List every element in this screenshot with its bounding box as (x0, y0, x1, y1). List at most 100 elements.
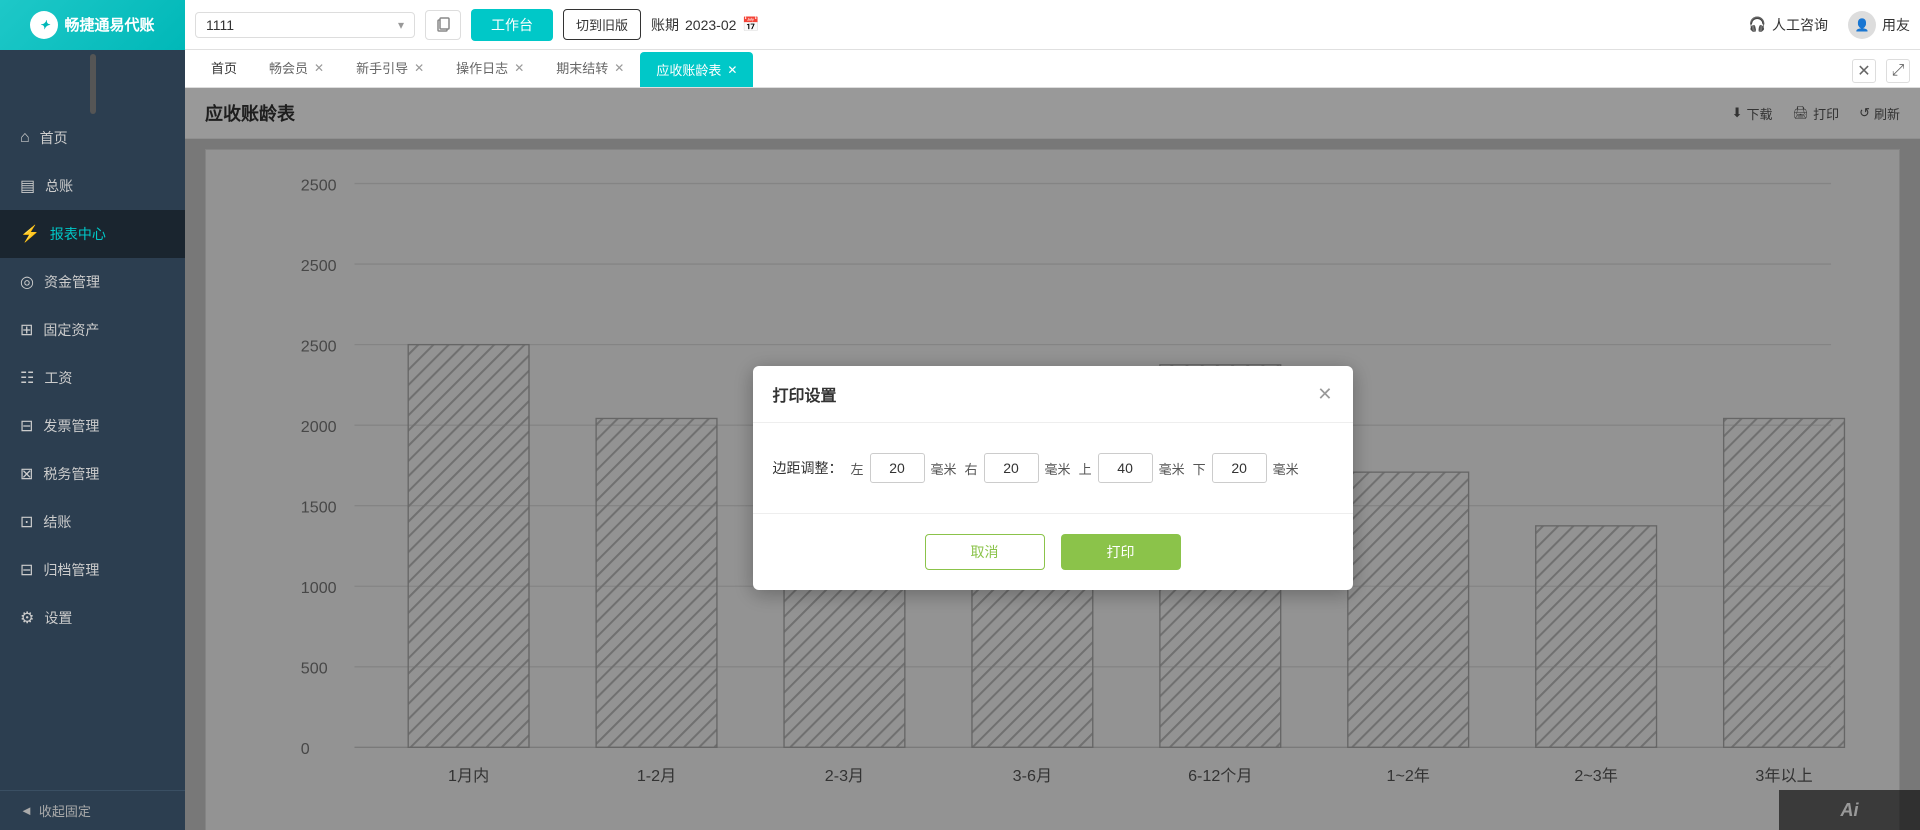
margin-form-row: 边距调整： 左 毫米 右 毫米 (773, 453, 1333, 483)
right-unit: 毫米 (1045, 459, 1071, 478)
tab-yearend-label: 期末结转 (556, 58, 608, 77)
tab-expand-button[interactable]: ⤢ (1886, 59, 1910, 83)
tab-guide-close[interactable]: ✕ (414, 61, 424, 75)
modal-title: 打印设置 (773, 382, 837, 406)
margin-right-group: 右 毫米 (965, 453, 1071, 483)
copy-button[interactable] (425, 10, 461, 40)
margin-bottom-group: 下 毫米 (1193, 453, 1299, 483)
bottom-unit: 毫米 (1273, 459, 1299, 478)
tab-vip-close[interactable]: ✕ (314, 61, 324, 75)
margin-left-group: 左 毫米 (851, 453, 957, 483)
sidebar-label-salary: 工资 (44, 368, 72, 388)
sidebar-label-settings: 设置 (44, 608, 72, 628)
sidebar-item-settings[interactable]: ⚙ 设置 (0, 594, 185, 642)
sidebar-label-reports: 报表中心 (50, 224, 106, 244)
company-name: 1111 (206, 17, 392, 33)
tabs-bar: 首页 畅会员 ✕ 新手引导 ✕ 操作日志 ✕ 期末结转 ✕ 应收账龄表 ✕ (185, 50, 1920, 88)
switch-old-button[interactable]: 切到旧版 (563, 9, 641, 40)
tab-aging-label: 应收账龄表 (656, 60, 721, 79)
consult-label: 人工咨询 (1772, 15, 1828, 35)
bottom-label: 下 (1193, 459, 1206, 478)
right-label: 右 (965, 459, 978, 478)
margin-label: 边距调整： (773, 458, 843, 478)
top-unit: 毫米 (1159, 459, 1185, 478)
bottom-input[interactable] (1212, 453, 1267, 483)
user-area[interactable]: 👤 用友 (1848, 11, 1910, 39)
modal-header: 打印设置 ✕ (753, 366, 1353, 423)
company-selector[interactable]: 1111 ▾ (195, 12, 415, 38)
tab-guide-label: 新手引导 (356, 58, 408, 77)
top-label: 上 (1079, 459, 1092, 478)
sidebar-item-invoice[interactable]: ⊟ 发票管理 (0, 402, 185, 450)
top-input[interactable] (1098, 453, 1153, 483)
header-right: 🎧 人工咨询 👤 用友 (1749, 11, 1910, 39)
funds-icon: ◎ (20, 272, 34, 292)
home-icon: ⌂ (20, 129, 30, 147)
sidebar-label-invoice: 发票管理 (43, 416, 99, 436)
tab-close-button[interactable]: ✕ (1852, 59, 1876, 83)
reports-icon: ⚡ (20, 224, 40, 244)
modal-footer: 取消 打印 (753, 513, 1353, 590)
tab-home-label: 首页 (211, 58, 237, 77)
tab-oplog-label: 操作日志 (456, 58, 508, 77)
right-input[interactable] (984, 453, 1039, 483)
sidebar-label-assets: 固定资产 (43, 320, 99, 340)
sidebar-label-home: 首页 (40, 128, 68, 148)
sidebar-item-archive[interactable]: ⊟ 归档管理 (0, 546, 185, 594)
content-area: 首页 畅会员 ✕ 新手引导 ✕ 操作日志 ✕ 期末结转 ✕ 应收账龄表 ✕ (185, 50, 1920, 830)
tab-vip-label: 畅会员 (269, 58, 308, 77)
logo-area: ✦ 畅捷通易代账 (0, 0, 185, 50)
sidebar-item-funds[interactable]: ◎ 资金管理 (0, 258, 185, 306)
main-layout: ⌂ 首页 ▤ 总账 ⚡ 报表中心 ◎ 资金管理 ⊞ 固定资产 ☷ 工资 ⊟ 发票… (0, 50, 1920, 830)
page-inner: 应收账龄表 ⬇ 下载 🖨 打印 ↺ 刷新 (185, 88, 1920, 830)
tab-oplog[interactable]: 操作日志 ✕ (440, 50, 540, 87)
checkout-icon: ⊡ (20, 512, 33, 532)
archive-icon: ⊟ (20, 560, 33, 580)
modal-overlay: 打印设置 ✕ 边距调整： 左 毫米 右 (185, 88, 1920, 830)
left-unit: 毫米 (931, 459, 957, 478)
sidebar-item-ledger[interactable]: ▤ 总账 (0, 162, 185, 210)
logo-icon: ✦ (30, 11, 58, 39)
sidebar-label-funds: 资金管理 (44, 272, 100, 292)
sidebar-item-checkout[interactable]: ⊡ 结账 (0, 498, 185, 546)
tax-icon: ⊠ (20, 464, 33, 484)
sidebar-label-ledger: 总账 (45, 176, 73, 196)
collapse-label: 收起固定 (39, 801, 91, 820)
sidebar-item-assets[interactable]: ⊞ 固定资产 (0, 306, 185, 354)
workbench-button[interactable]: 工作台 (471, 9, 553, 41)
sidebar-label-tax: 税务管理 (43, 464, 99, 484)
tab-aging-close[interactable]: ✕ (727, 63, 737, 77)
tab-home[interactable]: 首页 (195, 50, 253, 87)
modal-body: 边距调整： 左 毫米 右 毫米 (753, 423, 1353, 513)
assets-icon: ⊞ (20, 320, 33, 340)
sidebar-collapse[interactable]: ◄ 收起固定 (0, 790, 185, 830)
sidebar-item-tax[interactable]: ⊠ 税务管理 (0, 450, 185, 498)
tab-guide[interactable]: 新手引导 ✕ (340, 50, 440, 87)
logo-text: 畅捷通易代账 (64, 14, 154, 35)
period-label: 账期 (651, 15, 679, 35)
calendar-icon[interactable]: 📅 (742, 16, 759, 33)
left-input[interactable] (870, 453, 925, 483)
tab-yearend-close[interactable]: ✕ (614, 61, 624, 75)
top-header: ✦ 畅捷通易代账 1111 ▾ 工作台 切到旧版 账期 2023-02 📅 🎧 … (0, 0, 1920, 50)
sidebar-item-home[interactable]: ⌂ 首页 (0, 114, 185, 162)
cancel-button[interactable]: 取消 (925, 534, 1045, 570)
tab-aging[interactable]: 应收账龄表 ✕ (640, 52, 753, 87)
period-area: 账期 2023-02 📅 (651, 15, 760, 35)
left-label: 左 (851, 459, 864, 478)
print-confirm-button[interactable]: 打印 (1061, 534, 1181, 570)
sidebar-item-reports[interactable]: ⚡ 报表中心 (0, 210, 185, 258)
headset-icon: 🎧 (1749, 16, 1766, 33)
salary-icon: ☷ (20, 368, 34, 388)
print-settings-modal: 打印设置 ✕ 边距调整： 左 毫米 右 (753, 366, 1353, 590)
period-value: 2023-02 (685, 17, 736, 33)
sidebar-label-archive: 归档管理 (43, 560, 99, 580)
tab-oplog-close[interactable]: ✕ (514, 61, 524, 75)
tab-yearend[interactable]: 期末结转 ✕ (540, 50, 640, 87)
consult-button[interactable]: 🎧 人工咨询 (1749, 15, 1828, 35)
chevron-down-icon: ▾ (398, 18, 404, 32)
modal-close-button[interactable]: ✕ (1317, 384, 1332, 405)
copy-icon (435, 17, 451, 33)
tab-vip[interactable]: 畅会员 ✕ (253, 50, 340, 87)
sidebar-item-salary[interactable]: ☷ 工资 (0, 354, 185, 402)
